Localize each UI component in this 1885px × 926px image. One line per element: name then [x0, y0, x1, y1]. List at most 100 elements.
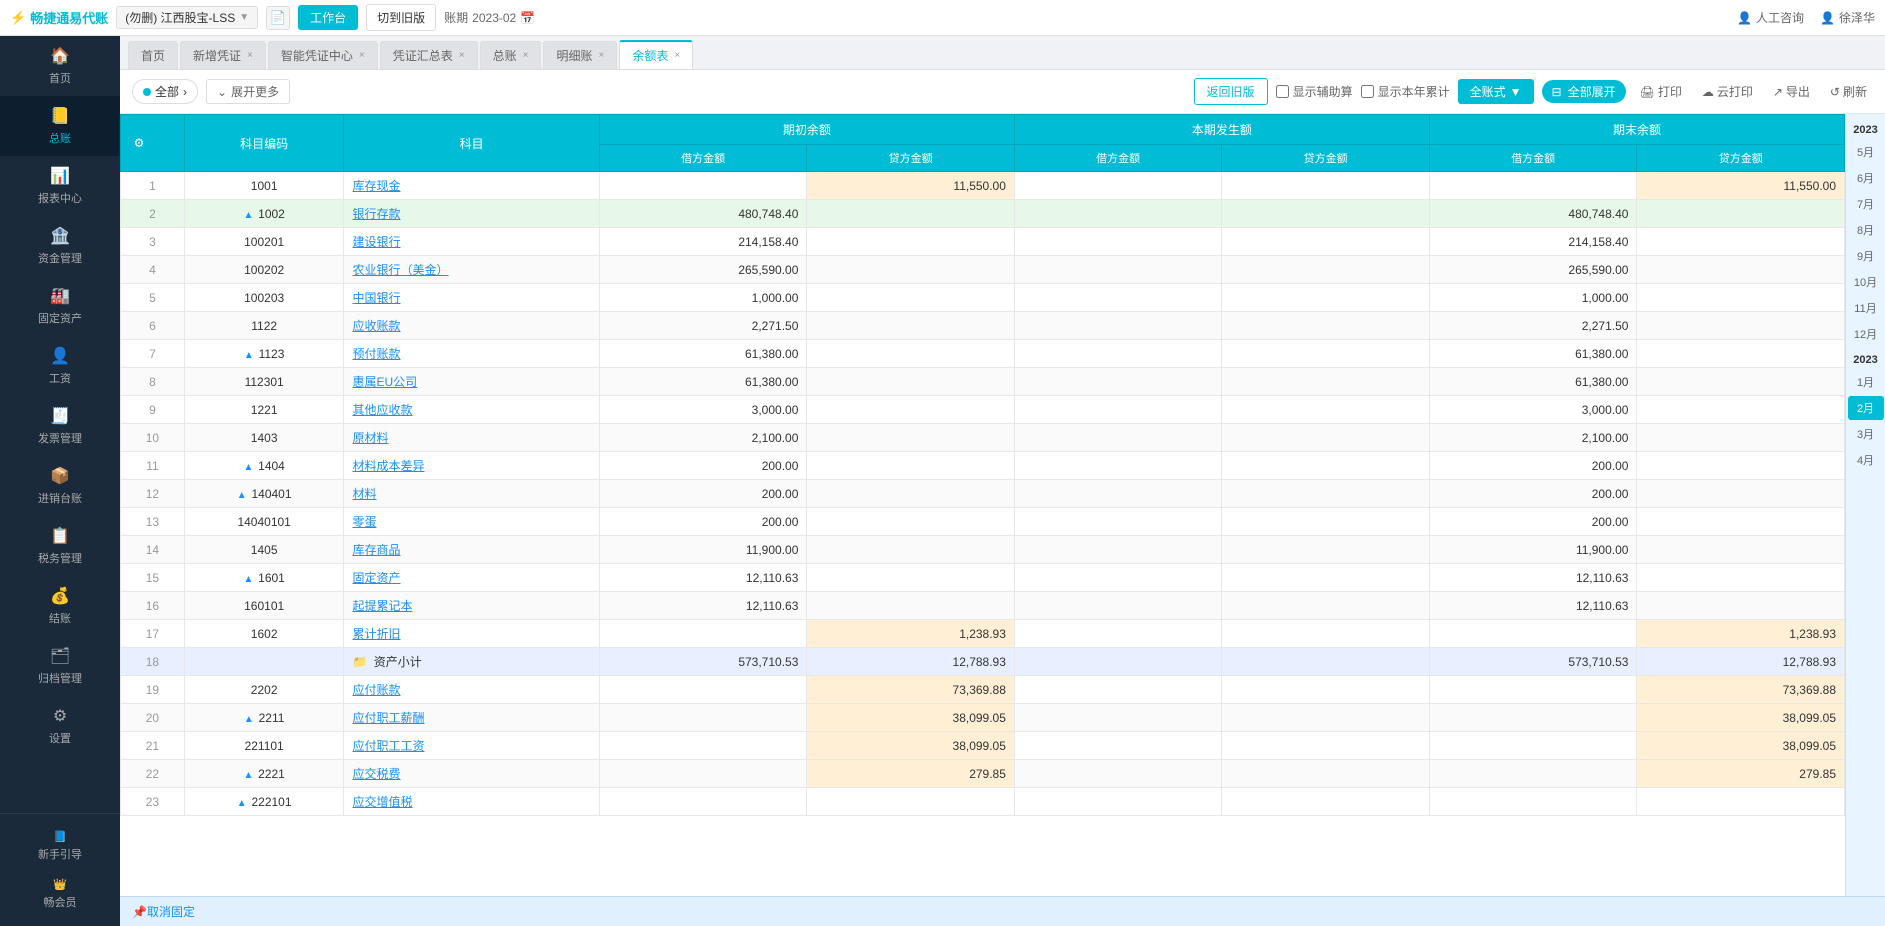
expand-icon[interactable]: ▲	[243, 574, 256, 585]
sidebar-item-vip[interactable]: 👑 畅会员	[0, 870, 120, 918]
row-name[interactable]: 累计折旧	[344, 620, 599, 648]
row-name[interactable]: 应收账款	[344, 312, 599, 340]
full-mode-button[interactable]: 全账式 ▼	[1458, 79, 1534, 104]
expand-icon[interactable]: ▲	[237, 490, 250, 501]
tab-ledger[interactable]: 总账 ×	[480, 41, 542, 69]
right-panel-month-9[interactable]: 9月	[1848, 244, 1884, 268]
tab-balance-sheet-close[interactable]: ×	[674, 50, 680, 61]
expand-all-toggle[interactable]: ⊟ 全部展开	[1542, 80, 1626, 103]
right-panel-month-4[interactable]: 4月	[1848, 448, 1884, 472]
tab-smart-center-close[interactable]: ×	[359, 50, 365, 61]
tab-detail-ledger-close[interactable]: ×	[598, 50, 604, 61]
th-settings[interactable]: ⚙	[121, 115, 185, 172]
export-button[interactable]: ↗ 导出	[1767, 80, 1816, 103]
sidebar-item-settings[interactable]: ⚙ 设置	[0, 696, 120, 756]
sidebar-item-assets[interactable]: 🏦 资金管理	[0, 216, 120, 276]
row-name[interactable]: 📁 资产小计	[344, 648, 599, 676]
consult-button[interactable]: 👤 人工咨询	[1737, 9, 1804, 26]
row-name[interactable]: 其他应收款	[344, 396, 599, 424]
company-selector[interactable]: (勿删) 江西股宝-LSS ▼	[116, 6, 258, 29]
row-name[interactable]: 预付账款	[344, 340, 599, 368]
row-name[interactable]: 应付职工工资	[344, 732, 599, 760]
sidebar-item-purchase-sales[interactable]: 📦 进销台账	[0, 456, 120, 516]
row-name[interactable]: 材料	[344, 480, 599, 508]
filter-button[interactable]: 全部 ›	[132, 79, 198, 104]
tab-detail-ledger[interactable]: 明细账 ×	[543, 41, 617, 69]
right-panel-month-8[interactable]: 8月	[1848, 218, 1884, 242]
right-panel-month-6[interactable]: 6月	[1848, 166, 1884, 190]
sidebar-item-ledger[interactable]: 📒 总账	[0, 96, 120, 156]
period-calendar-icon[interactable]: 📅	[520, 11, 535, 25]
expand-icon[interactable]: ▲	[237, 798, 250, 809]
th-current-credit-label: 贷方金额	[1304, 153, 1348, 165]
consult-label: 人工咨询	[1756, 9, 1804, 26]
sidebar-item-invoice[interactable]: 🧾 发票管理	[0, 396, 120, 456]
row-name[interactable]: 材料成本差异	[344, 452, 599, 480]
settings-icon[interactable]: ⚙	[129, 133, 149, 153]
bottom-bar-label[interactable]: 取消固定	[147, 903, 195, 920]
tab-voucher-summary-close[interactable]: ×	[459, 50, 465, 61]
workbench-button[interactable]: 工作台	[298, 5, 358, 30]
right-panel-month-3[interactable]: 3月	[1848, 422, 1884, 446]
row-code: 1122	[184, 312, 344, 340]
show-aux-checkbox-group[interactable]: 显示辅助算	[1276, 83, 1353, 100]
row-name[interactable]: 固定资产	[344, 564, 599, 592]
table-scroll[interactable]: ⚙ 科目编码 科目 期初余额	[120, 114, 1845, 896]
row-number: 1	[121, 172, 185, 200]
expand-icon[interactable]: ▲	[243, 210, 256, 221]
tab-voucher-summary[interactable]: 凭证汇总表 ×	[380, 41, 478, 69]
tab-ledger-close[interactable]: ×	[523, 50, 529, 61]
show-ytd-checkbox[interactable]	[1361, 85, 1374, 98]
row-name[interactable]: 建设银行	[344, 228, 599, 256]
sidebar-item-home[interactable]: 🏠 首页	[0, 36, 120, 96]
right-panel-month-7[interactable]: 7月	[1848, 192, 1884, 216]
sidebar-item-salary[interactable]: 👤 工资	[0, 336, 120, 396]
doc-button[interactable]: 📄	[266, 6, 290, 30]
tab-balance-sheet[interactable]: 余额表 ×	[619, 40, 693, 69]
tab-new-voucher-close[interactable]: ×	[247, 50, 253, 61]
row-name[interactable]: 应付账款	[344, 676, 599, 704]
row-name[interactable]: 应交增值税	[344, 788, 599, 816]
tab-home[interactable]: 首页	[128, 41, 178, 69]
right-panel-month-1[interactable]: 1月	[1848, 370, 1884, 394]
sidebar-item-reports[interactable]: 📊 报表中心	[0, 156, 120, 216]
switch-version-button[interactable]: 切到旧版	[366, 4, 436, 31]
right-panel-month-5[interactable]: 5月	[1848, 140, 1884, 164]
row-name[interactable]: 零蛋	[344, 508, 599, 536]
right-panel-month-11[interactable]: 11月	[1848, 296, 1884, 320]
sidebar-item-fixed-assets[interactable]: 🏭 固定资产	[0, 276, 120, 336]
row-name[interactable]: 惠属EU公司	[344, 368, 599, 396]
sidebar-item-archive[interactable]: 🗂 归档管理	[0, 636, 120, 696]
row-name[interactable]: 原材料	[344, 424, 599, 452]
row-name[interactable]: 银行存款	[344, 200, 599, 228]
th-current-credit: 贷方金额	[1222, 145, 1430, 172]
row-name[interactable]: 中国银行	[344, 284, 599, 312]
right-panel-month-10[interactable]: 10月	[1848, 270, 1884, 294]
right-panel-month-12[interactable]: 12月	[1848, 322, 1884, 346]
tab-new-voucher[interactable]: 新增凭证 ×	[180, 41, 266, 69]
expand-icon[interactable]: ▲	[243, 770, 256, 781]
print-button[interactable]: 🖨 打印	[1634, 80, 1688, 103]
tab-smart-center[interactable]: 智能凭证中心 ×	[268, 41, 378, 69]
row-name[interactable]: 应付职工薪酬	[344, 704, 599, 732]
sidebar-item-tax[interactable]: 📋 税务管理	[0, 516, 120, 576]
user-profile[interactable]: 👤 徐泽华	[1820, 9, 1875, 26]
sidebar-item-guide[interactable]: 📘 新手引导	[0, 822, 120, 870]
expand-icon[interactable]: ▲	[243, 462, 256, 473]
sidebar-item-settlement[interactable]: 💰 结账	[0, 576, 120, 636]
show-ytd-checkbox-group[interactable]: 显示本年累计	[1361, 83, 1450, 100]
row-name[interactable]: 库存商品	[344, 536, 599, 564]
expand-icon[interactable]: ▲	[244, 714, 257, 725]
refresh-button[interactable]: ↺ 刷新	[1824, 80, 1873, 103]
row-name[interactable]: 库存现金	[344, 172, 599, 200]
show-aux-checkbox[interactable]	[1276, 85, 1289, 98]
cloud-print-button[interactable]: ☁ 云打印	[1696, 80, 1759, 103]
row-code: 100201	[184, 228, 344, 256]
row-name[interactable]: 农业银行（美金）	[344, 256, 599, 284]
right-panel-month-2[interactable]: 2月	[1848, 396, 1884, 420]
expand-icon[interactable]: ▲	[244, 350, 257, 361]
expand-more-button[interactable]: ⌄ 展开更多	[206, 79, 290, 104]
row-name[interactable]: 起提累记本	[344, 592, 599, 620]
return-old-button[interactable]: 返回旧版	[1194, 78, 1268, 105]
row-name[interactable]: 应交税费	[344, 760, 599, 788]
